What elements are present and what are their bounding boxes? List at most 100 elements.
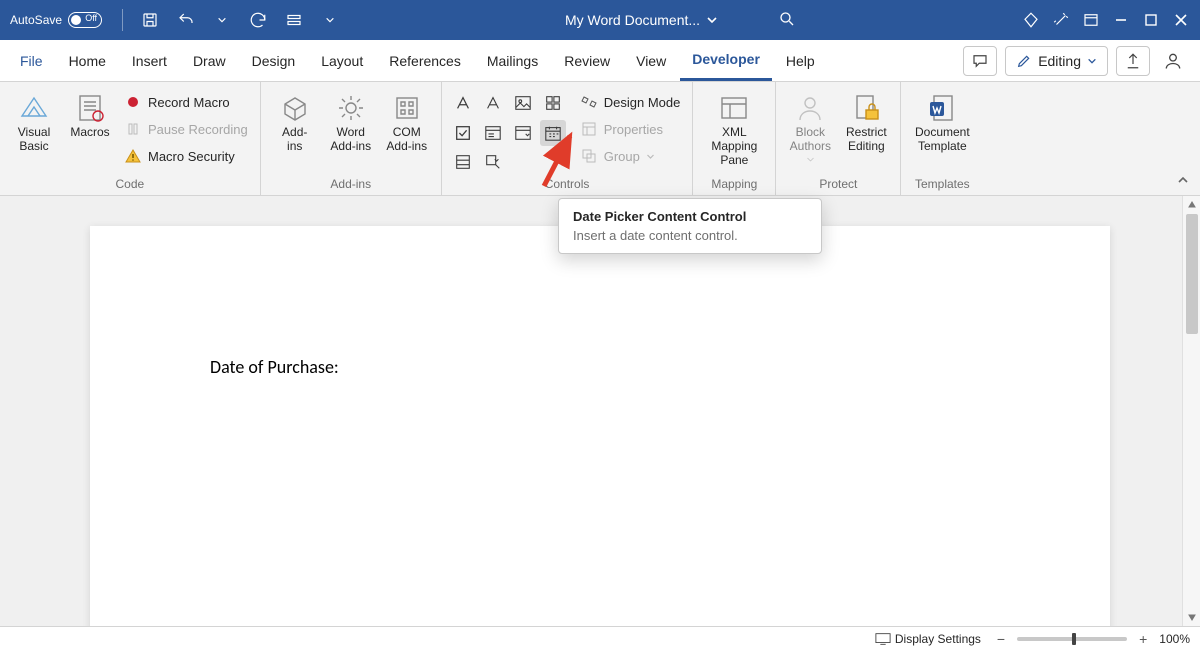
collapse-ribbon-button[interactable] bbox=[1172, 169, 1194, 191]
scroll-up-button[interactable] bbox=[1183, 196, 1200, 214]
pause-recording-button: Pause Recording bbox=[120, 117, 252, 141]
tooltip-body: Insert a date content control. bbox=[573, 228, 807, 243]
record-macro-button[interactable]: Record Macro bbox=[120, 90, 252, 114]
ribbon-tabs: File Home Insert Draw Design Layout Refe… bbox=[0, 40, 1200, 82]
tab-draw[interactable]: Draw bbox=[181, 40, 238, 81]
tab-layout[interactable]: Layout bbox=[309, 40, 375, 81]
undo-button[interactable] bbox=[171, 5, 201, 35]
word-addins-button[interactable]: Word Add-ins bbox=[325, 86, 377, 154]
group-label-controls: Controls bbox=[545, 175, 590, 195]
zoom-in-button[interactable]: + bbox=[1135, 631, 1151, 647]
title-bar: AutoSave Off My Word Document... bbox=[0, 0, 1200, 40]
tab-mailings[interactable]: Mailings bbox=[475, 40, 550, 81]
design-mode-button[interactable]: Design Mode bbox=[576, 90, 685, 114]
visual-basic-button[interactable]: Visual Basic bbox=[8, 86, 60, 154]
plain-text-control-button[interactable] bbox=[480, 90, 506, 116]
document-template-button[interactable]: Document Template bbox=[909, 86, 975, 154]
comments-button[interactable] bbox=[963, 46, 997, 76]
group-mapping: XML Mapping Pane Mapping bbox=[693, 82, 776, 195]
diamond-icon[interactable] bbox=[1016, 5, 1046, 35]
page[interactable]: Date of Purchase: bbox=[90, 226, 1110, 626]
tooltip-date-picker: Date Picker Content Control Insert a dat… bbox=[558, 198, 822, 254]
chevron-down-icon bbox=[706, 14, 718, 26]
toggle-off-icon[interactable]: Off bbox=[68, 12, 102, 28]
block-authors-icon bbox=[794, 92, 826, 124]
addins-button[interactable]: Add- ins bbox=[269, 86, 321, 154]
document-title[interactable]: My Word Document... bbox=[565, 12, 718, 28]
ribbon-mode-icon[interactable] bbox=[1076, 5, 1106, 35]
autosave-toggle[interactable]: AutoSave Off bbox=[10, 12, 102, 28]
tab-design[interactable]: Design bbox=[240, 40, 308, 81]
repeating-section-control-button[interactable] bbox=[450, 149, 476, 175]
maximize-button[interactable] bbox=[1136, 5, 1166, 35]
redo-button[interactable] bbox=[243, 5, 273, 35]
rich-text-control-button[interactable] bbox=[450, 90, 476, 116]
word-template-icon bbox=[926, 92, 958, 124]
zoom-out-button[interactable]: − bbox=[993, 631, 1009, 647]
xml-mapping-button[interactable]: XML Mapping Pane bbox=[701, 86, 767, 167]
display-settings-button[interactable]: Display Settings bbox=[875, 632, 981, 646]
share-button[interactable] bbox=[1116, 46, 1150, 76]
search-button[interactable] bbox=[778, 10, 796, 31]
combobox-control-button[interactable] bbox=[480, 120, 506, 146]
close-button[interactable] bbox=[1166, 5, 1196, 35]
dropdown-control-button[interactable] bbox=[510, 120, 536, 146]
tab-review[interactable]: Review bbox=[552, 40, 622, 81]
chevron-down-icon bbox=[646, 152, 655, 161]
block-authors-button[interactable]: Block Authors bbox=[784, 86, 836, 167]
group-templates: Document Template Templates bbox=[901, 82, 983, 195]
restrict-editing-button[interactable]: Restrict Editing bbox=[840, 86, 892, 154]
macros-button[interactable]: Macros bbox=[64, 86, 116, 140]
editing-label: Editing bbox=[1038, 53, 1081, 69]
legacy-tools-button[interactable] bbox=[480, 149, 506, 175]
com-addins-button[interactable]: COM Add-ins bbox=[381, 86, 433, 154]
zoom-slider-knob[interactable] bbox=[1072, 633, 1076, 645]
group-protect: Block Authors Restrict Editing Protect bbox=[776, 82, 901, 195]
qat-dropdown-icon[interactable] bbox=[315, 5, 345, 35]
quick-access-toolbar: AutoSave Off bbox=[10, 5, 345, 35]
group-code: Visual Basic Macros Record Macro Pause R… bbox=[0, 82, 261, 195]
scrollbar-track[interactable] bbox=[1183, 214, 1200, 608]
scrollbar-thumb[interactable] bbox=[1186, 214, 1198, 334]
autosave-label: AutoSave bbox=[10, 13, 62, 27]
save-icon[interactable] bbox=[135, 5, 165, 35]
comment-icon bbox=[971, 52, 989, 70]
group-label-mapping: Mapping bbox=[711, 175, 757, 195]
tab-file[interactable]: File bbox=[8, 40, 55, 81]
scroll-down-button[interactable] bbox=[1183, 608, 1200, 626]
document-title-text: My Word Document... bbox=[565, 12, 700, 28]
building-block-control-button[interactable] bbox=[540, 90, 566, 116]
qat-more-icon[interactable] bbox=[279, 5, 309, 35]
search-icon bbox=[778, 10, 796, 28]
com-addins-icon bbox=[391, 92, 423, 124]
zoom-slider[interactable] bbox=[1017, 637, 1127, 641]
checkbox-control-button[interactable] bbox=[450, 120, 476, 146]
tab-insert[interactable]: Insert bbox=[120, 40, 179, 81]
macro-security-button[interactable]: Macro Security bbox=[120, 144, 252, 168]
wand-icon[interactable] bbox=[1046, 5, 1076, 35]
addins-icon bbox=[279, 92, 311, 124]
group-controls: Design Mode Properties Group Controls bbox=[442, 82, 694, 195]
tab-home[interactable]: Home bbox=[57, 40, 118, 81]
tab-help[interactable]: Help bbox=[774, 40, 827, 81]
chevron-down-icon bbox=[1087, 56, 1097, 66]
vertical-scrollbar[interactable] bbox=[1182, 196, 1200, 626]
share-icon bbox=[1124, 52, 1142, 70]
picture-control-button[interactable] bbox=[510, 90, 536, 116]
group-label-protect: Protect bbox=[819, 175, 857, 195]
xml-mapping-icon bbox=[718, 92, 750, 124]
chevron-up-icon bbox=[1176, 173, 1190, 187]
document-area: Date of Purchase: bbox=[0, 196, 1200, 626]
document-text[interactable]: Date of Purchase: bbox=[210, 356, 990, 378]
tab-references[interactable]: References bbox=[377, 40, 473, 81]
tab-developer[interactable]: Developer bbox=[680, 40, 772, 81]
undo-dropdown[interactable] bbox=[207, 5, 237, 35]
tab-view[interactable]: View bbox=[624, 40, 678, 81]
zoom-level[interactable]: 100% bbox=[1159, 632, 1190, 646]
account-icon[interactable] bbox=[1158, 51, 1188, 71]
group-icon bbox=[580, 147, 598, 165]
date-picker-control-button[interactable] bbox=[540, 120, 566, 146]
minimize-button[interactable] bbox=[1106, 5, 1136, 35]
editing-mode-button[interactable]: Editing bbox=[1005, 46, 1108, 76]
pencil-icon bbox=[1016, 53, 1032, 69]
